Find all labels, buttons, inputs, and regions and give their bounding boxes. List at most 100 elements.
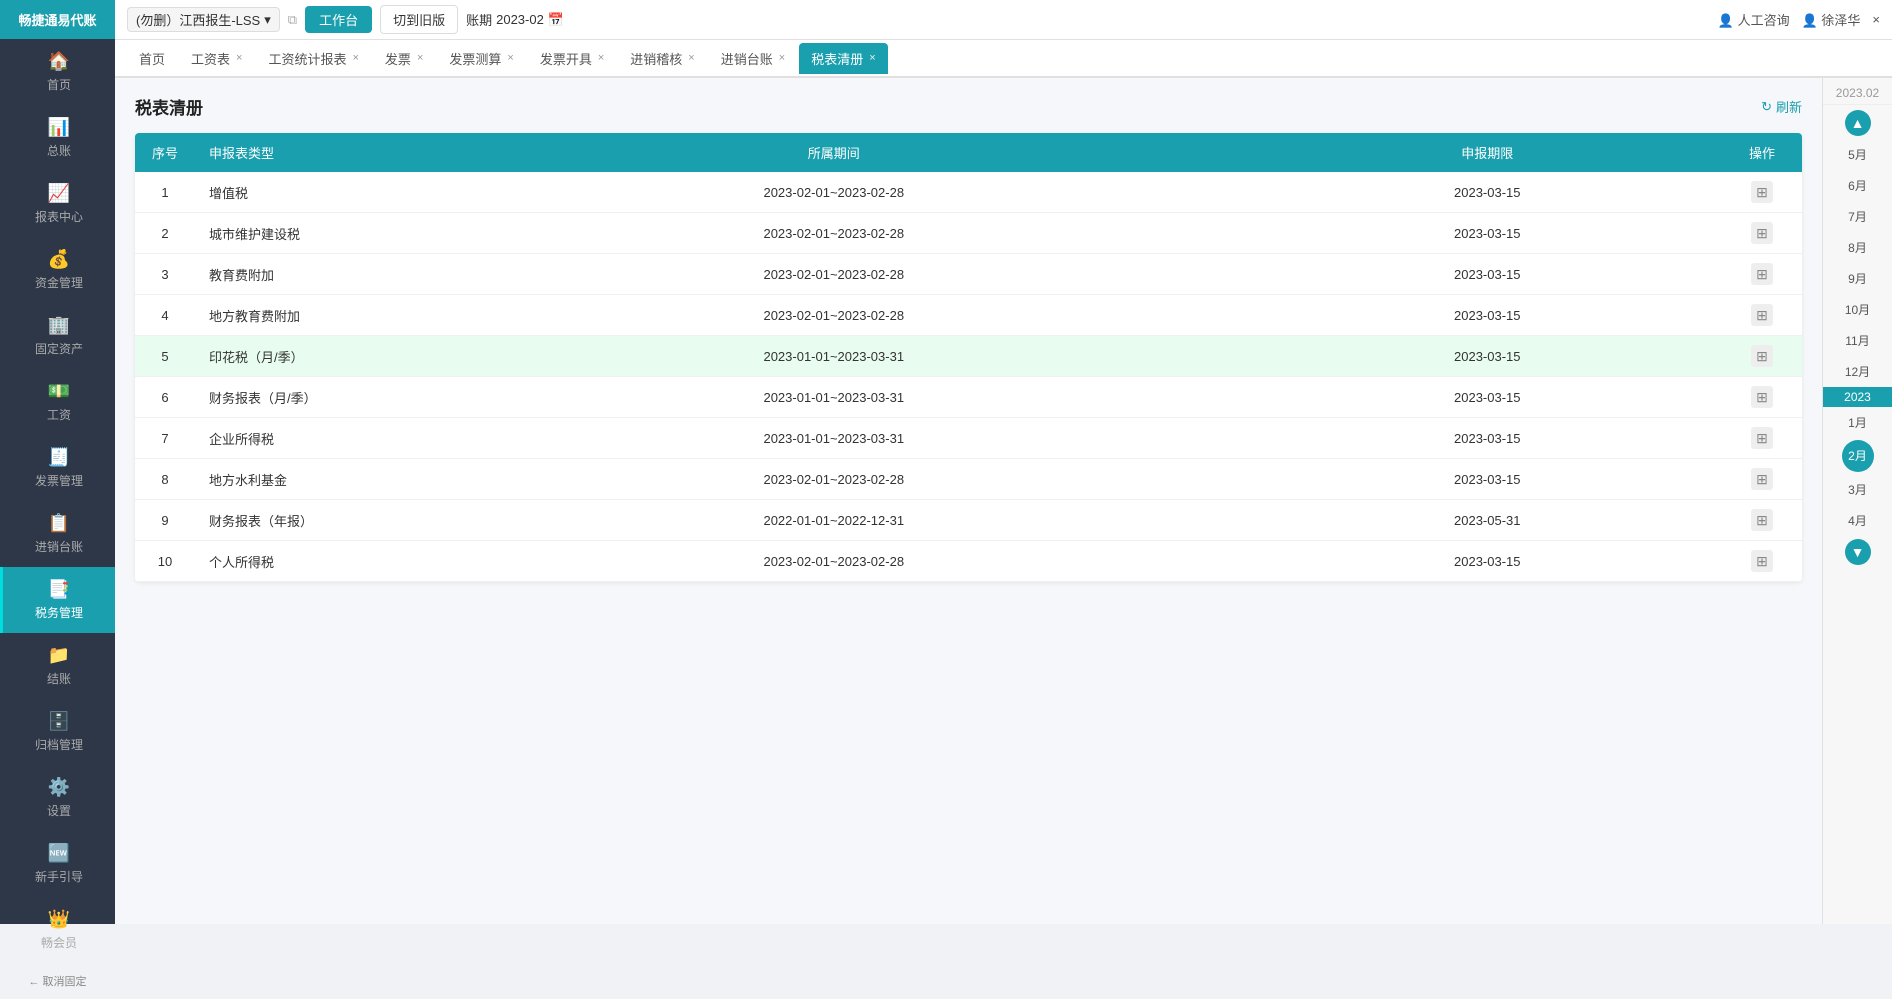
action-icon[interactable]: ⊞ (1751, 304, 1773, 326)
cell-deadline: 2023-03-15 (1253, 172, 1722, 213)
sidebar-item-member[interactable]: 👑 畅会员 (0, 897, 115, 963)
month-4-row: 4月 (1823, 505, 1892, 536)
sidebar-item-guide[interactable]: 🆕 新手引导 (0, 831, 115, 897)
month-5[interactable]: 5月 (1823, 141, 1892, 168)
tab-close-icon[interactable]: × (507, 52, 513, 64)
tab-close-icon[interactable]: × (236, 52, 242, 64)
month-12[interactable]: 12月 (1823, 358, 1892, 385)
action-icon[interactable]: ⊞ (1751, 550, 1773, 572)
tab-close-icon[interactable]: × (688, 52, 694, 64)
refresh-button[interactable]: ↻ 刷新 (1761, 97, 1802, 116)
tax-table: 序号 申报表类型 所属期间 申报期限 操作 1 增值税 2023-02-01~2… (135, 133, 1802, 582)
tab-label: 发票 (385, 49, 411, 68)
sidebar-item-closing[interactable]: 📁 结账 (0, 633, 115, 699)
action-icon[interactable]: ⊞ (1751, 386, 1773, 408)
action-icon[interactable]: ⊞ (1751, 468, 1773, 490)
page-header: 税表清册 ↻ 刷新 (135, 94, 1802, 119)
sidebar-item-home[interactable]: 🏠 首页 (0, 39, 115, 105)
cell-type: 财务报表（年报） (195, 500, 415, 541)
table-row: 2 城市维护建设税 2023-02-01~2023-02-28 2023-03-… (135, 213, 1802, 254)
cell-index: 6 (135, 377, 195, 418)
table-row: 4 地方教育费附加 2023-02-01~2023-02-28 2023-03-… (135, 295, 1802, 336)
tab-salary[interactable]: 工资表 × (179, 43, 254, 74)
sidebar-item-label: 新手引导 (35, 868, 83, 885)
cell-deadline: 2023-03-15 (1253, 418, 1722, 459)
month-1[interactable]: 1月 (1823, 409, 1892, 436)
cell-index: 3 (135, 254, 195, 295)
month-10[interactable]: 10月 (1823, 296, 1892, 323)
action-icon[interactable]: ⊞ (1751, 222, 1773, 244)
tab-invoice-open[interactable]: 发票开具 × (528, 43, 616, 74)
customer-service-button[interactable]: 👤 人工咨询 (1718, 10, 1790, 29)
tab-label: 进销台账 (721, 49, 773, 68)
sidebar-item-settings[interactable]: ⚙️ 设置 (0, 765, 115, 831)
sidebar-item-salary[interactable]: 💵 工资 (0, 369, 115, 435)
action-icon[interactable]: ⊞ (1751, 509, 1773, 531)
tab-tax-list[interactable]: 税表清册 × (799, 43, 887, 74)
tab-invoice-calc[interactable]: 发票测算 × (437, 43, 525, 74)
date-nav-down-button[interactable]: ▼ (1845, 539, 1871, 565)
action-icon[interactable]: ⊞ (1751, 427, 1773, 449)
tab-purchase-ledger[interactable]: 进销台账 × (709, 43, 797, 74)
month-4[interactable]: 4月 (1823, 507, 1892, 534)
calendar-icon[interactable]: 📅 (548, 12, 564, 28)
tab-purchase-review[interactable]: 进销稽核 × (618, 43, 706, 74)
company-selector[interactable]: (勿删）江西报生-LSS ▾ (127, 7, 280, 32)
sidebar-item-report[interactable]: 📈 报表中心 (0, 171, 115, 237)
settings-icon: ⚙️ (48, 777, 70, 798)
cell-index: 4 (135, 295, 195, 336)
cell-deadline: 2023-03-15 (1253, 295, 1722, 336)
tab-close-icon[interactable]: × (779, 52, 785, 64)
month-11[interactable]: 11月 (1823, 327, 1892, 354)
workbench-button[interactable]: 工作台 (305, 6, 372, 33)
col-index: 序号 (135, 133, 195, 172)
tab-home[interactable]: 首页 (127, 43, 177, 74)
tab-invoice[interactable]: 发票 × (373, 43, 435, 74)
month-6[interactable]: 6月 (1823, 172, 1892, 199)
sidebar-item-purchase[interactable]: 📋 进销台账 (0, 501, 115, 567)
sidebar-item-fund[interactable]: 💰 资金管理 (0, 237, 115, 303)
action-icon[interactable]: ⊞ (1751, 345, 1773, 367)
month-9[interactable]: 9月 (1823, 265, 1892, 292)
user-avatar[interactable]: 👤 徐泽华 (1802, 10, 1861, 29)
tab-close-icon[interactable]: × (352, 52, 358, 64)
month-2-active[interactable]: 2月 (1842, 440, 1874, 472)
action-icon[interactable]: ⊞ (1751, 263, 1773, 285)
cell-action: ⊞ (1722, 254, 1802, 295)
close-button[interactable]: × (1872, 12, 1880, 27)
cancel-pin-button[interactable]: ← 取消固定 (0, 963, 115, 999)
copy-icon[interactable]: ⧉ (288, 12, 297, 28)
history-button[interactable]: 切到旧版 (380, 5, 458, 34)
tab-close-icon[interactable]: × (598, 52, 604, 64)
sidebar-item-archive[interactable]: 🗄️ 归档管理 (0, 699, 115, 765)
cell-index: 1 (135, 172, 195, 213)
date-nav-up-button[interactable]: ▲ (1845, 110, 1871, 136)
month-8[interactable]: 8月 (1823, 234, 1892, 261)
cell-type: 增值税 (195, 172, 415, 213)
tax-icon: 📑 (48, 579, 70, 600)
sidebar-item-ledger[interactable]: 📊 总账 (0, 105, 115, 171)
home-icon: 🏠 (48, 51, 70, 72)
sidebar-item-label: 资金管理 (35, 274, 83, 291)
month-2-row: 2月 (1823, 438, 1892, 474)
tab-salary-stat[interactable]: 工资统计报表 × (256, 43, 370, 74)
cell-period: 2022-01-01~2022-12-31 (415, 500, 1253, 541)
cell-action: ⊞ (1722, 459, 1802, 500)
chevron-down-icon: ▾ (264, 12, 271, 28)
month-3[interactable]: 3月 (1823, 476, 1892, 503)
tab-label: 工资表 (191, 49, 230, 68)
period-label: 账期 (466, 10, 492, 29)
cell-period: 2023-02-01~2023-02-28 (415, 541, 1253, 582)
col-period: 所属期间 (415, 133, 1253, 172)
sidebar-item-label: 进销台账 (35, 538, 83, 555)
month-7[interactable]: 7月 (1823, 203, 1892, 230)
guide-icon: 🆕 (48, 843, 70, 864)
sidebar-item-invoice[interactable]: 🧾 发票管理 (0, 435, 115, 501)
sidebar-item-tax[interactable]: 📑 税务管理 (0, 567, 115, 633)
sidebar-item-asset[interactable]: 🏢 固定资产 (0, 303, 115, 369)
tab-close-icon[interactable]: × (417, 52, 423, 64)
sidebar-item-label: 首页 (47, 76, 71, 93)
period-value: 2023-02 (496, 12, 544, 27)
tab-close-icon[interactable]: × (869, 52, 875, 64)
action-icon[interactable]: ⊞ (1751, 181, 1773, 203)
